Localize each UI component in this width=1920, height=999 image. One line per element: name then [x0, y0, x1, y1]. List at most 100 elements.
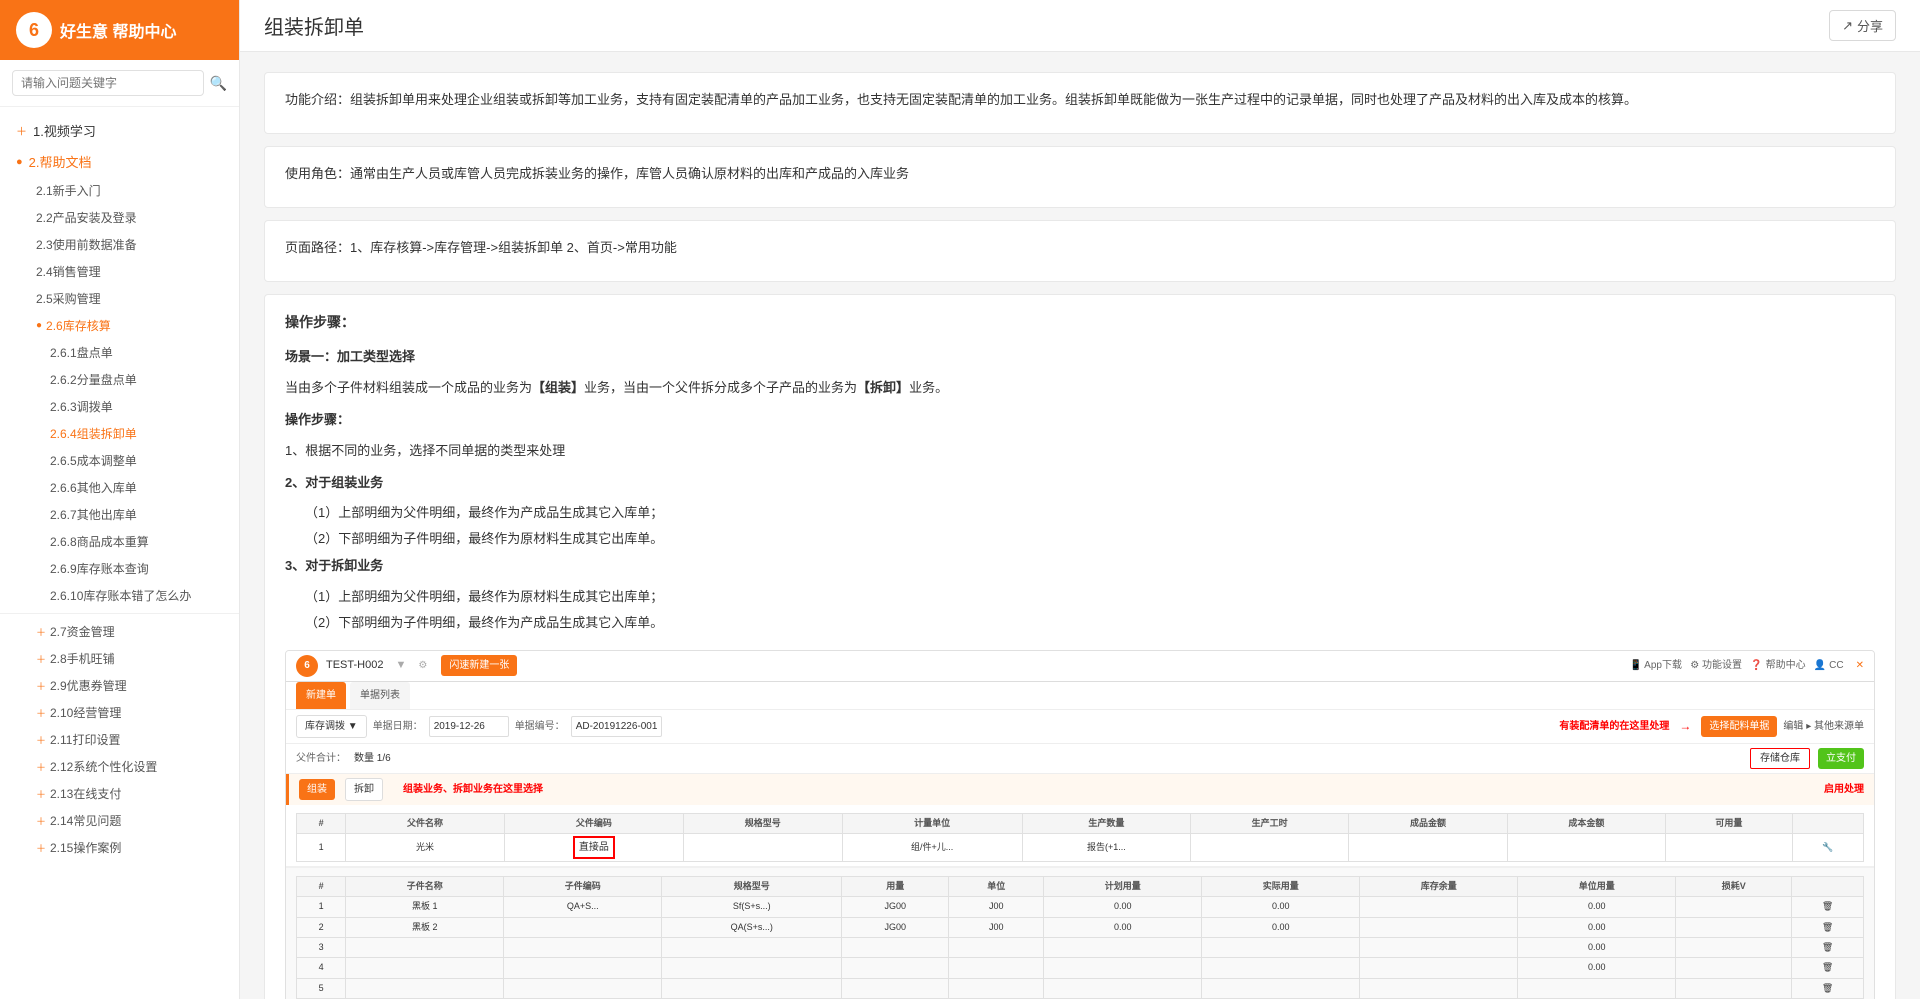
- annotation-type-select: 组装业务、拆卸业务在这里选择: [403, 781, 543, 798]
- nav-tree: ＋ 1.视频学习 ● 2.帮助文档 2.1新手入门 2.2产品安装及登录 2.3…: [0, 107, 239, 999]
- path-text: 页面路径：1、库存核算->库存管理->组装拆卸单 2、首页->常用功能: [285, 237, 1875, 259]
- step2-sub2: （2）下部明细为子件明细，最终作为原材料生成其它出库单。: [305, 528, 1875, 550]
- collapse-icon: ●: [16, 156, 23, 168]
- sidebar-item-ledger-fix[interactable]: 2.6.10库存账本错了怎么办: [0, 582, 239, 609]
- sidebar-item-purchase[interactable]: 2.5采购管理: [0, 285, 239, 312]
- sidebar-item-finance[interactable]: ＋ 2.7资金管理: [0, 618, 239, 645]
- mock-order-no-field[interactable]: AD-20191226-001: [571, 716, 663, 737]
- sidebar-item-operations[interactable]: ＋ 2.10经营管理: [0, 699, 239, 726]
- scene1-desc: 当由多个子件材料组装成一个成品的业务为【组装】业务，当由一个父件拆分成多个子产品…: [285, 376, 1875, 399]
- table-row: 3 0.00: [297, 937, 1864, 957]
- mock-form-toolbar: 库存调拨 ▼ 单据日期： 2019-12-26 单据编号： AD-2019122…: [286, 710, 1874, 744]
- mock-topbar: 6 TEST-H002 ▼ ⚙ 闪速新建一张 📱 App下载 ⚙ 功能设置 ❓ …: [286, 651, 1874, 682]
- expand-print-icon: ＋: [36, 732, 46, 747]
- mock-warehouse-field[interactable]: 存储仓库: [1750, 748, 1810, 769]
- sidebar-item-mobile[interactable]: ＋ 2.8手机旺铺: [0, 645, 239, 672]
- mock-tab-active[interactable]: 新建单: [296, 682, 346, 709]
- sidebar-item-sales[interactable]: 2.4销售管理: [0, 258, 239, 285]
- mock-screenshot: 6 TEST-H002 ▼ ⚙ 闪速新建一张 📱 App下载 ⚙ 功能设置 ❓ …: [286, 651, 1874, 999]
- sidebar: 6 好生意 帮助中心 🔍 ＋ 1.视频学习 ● 2.帮助文档 2.1新手入门 2…: [0, 0, 240, 999]
- sidebar-item-inventory-ledger[interactable]: 2.6.9库存账本查询: [0, 555, 239, 582]
- sidebar-item-cost-recalc[interactable]: 2.6.8商品成本重算: [0, 528, 239, 555]
- mock-type-selector-bar: 组装 拆卸 组装业务、拆卸业务在这里选择 启用处理: [286, 774, 1874, 805]
- expand-finance-icon: ＋: [36, 624, 46, 639]
- sidebar-item-faq[interactable]: ＋ 2.14常见问题: [0, 807, 239, 834]
- scene1-title: 场景一：加工类型选择: [285, 345, 1875, 368]
- table-row: 1 光米 直接品 组/件+儿... 报告(+1...: [297, 834, 1864, 862]
- steps-intro: 操作步骤：: [285, 408, 1875, 431]
- mock-select-bom-btn[interactable]: 选择配料单据: [1701, 716, 1777, 737]
- table-row: 5: [297, 978, 1864, 998]
- intro-text: 功能介绍：组装拆卸单用来处理企业组装或拆卸等加工业务，支持有固定装配清单的产品加…: [285, 89, 1875, 111]
- role-text: 使用角色：通常由生产人员或库管人员完成拆装业务的操作，库管人员确认原材料的出库和…: [285, 163, 1875, 185]
- share-button[interactable]: ↗ 分享: [1829, 10, 1896, 41]
- sidebar-item-video-learning[interactable]: ＋ 1.视频学习: [0, 115, 239, 146]
- step3-sub2: （2）下部明细为子件明细，最终作为产成品生成其它入库单。: [305, 612, 1875, 634]
- mock-nav-tabs: 新建单 单据列表: [286, 682, 1874, 710]
- sidebar-item-online-pay[interactable]: ＋ 2.13在线支付: [0, 780, 239, 807]
- expand-faq-icon: ＋: [36, 813, 46, 828]
- mock-parent-table: # 父件名称 父件编码 规格型号 计量单位 生产数量 生产工时 成品金额 成本金…: [296, 813, 1864, 862]
- arrow-right: →: [1679, 716, 1691, 736]
- sidebar-item-help-docs[interactable]: ● 2.帮助文档: [0, 146, 239, 177]
- sidebar-item-inventory[interactable]: ● 2.6库存核算: [0, 312, 239, 339]
- mock-date-field[interactable]: 2019-12-26: [429, 716, 509, 737]
- mock-lower-table-container: # 子件名称 子件编码 规格型号 用量 单位 计划用量 实际用量 库存余量: [286, 868, 1874, 999]
- search-box: 🔍: [0, 60, 239, 107]
- sidebar-item-transfer[interactable]: 2.6.3调拨单: [0, 393, 239, 420]
- app-title: 好生意 帮助中心: [60, 18, 176, 42]
- sidebar-item-coupon[interactable]: ＋ 2.9优惠券管理: [0, 672, 239, 699]
- sidebar-item-cases[interactable]: ＋ 2.15操作案例: [0, 834, 239, 861]
- expand-ops-icon: ＋: [36, 705, 46, 720]
- step2-sub1: （1）上部明细为父件明细，最终作为产成品生成其它入库单；: [305, 502, 1875, 524]
- expand-mobile-icon: ＋: [36, 651, 46, 666]
- sidebar-item-partial-stocktake[interactable]: 2.6.2分量盘点单: [0, 366, 239, 393]
- page-title: 组装拆卸单: [264, 11, 364, 40]
- step2-label: 2、对于组装业务: [285, 471, 1875, 494]
- content-area: 功能介绍：组装拆卸单用来处理企业组装或拆卸等加工业务，支持有固定装配清单的产品加…: [240, 52, 1920, 999]
- sidebar-item-data-prep[interactable]: 2.3使用前数据准备: [0, 231, 239, 258]
- steps-title: 操作步骤：: [285, 311, 1875, 335]
- mock-disassembly-type-btn[interactable]: 拆卸: [345, 778, 383, 801]
- mock-title: TEST-H002: [326, 656, 383, 675]
- sidebar-header: 6 好生意 帮助中心: [0, 0, 239, 60]
- sidebar-item-other-outbound[interactable]: 2.6.7其他出库单: [0, 501, 239, 528]
- expand-pay-icon: ＋: [36, 786, 46, 801]
- search-input[interactable]: [12, 70, 204, 96]
- steps-card: 操作步骤： 场景一：加工类型选择 当由多个子件材料组装成一个成品的业务为【组装】…: [264, 294, 1896, 999]
- red-box-code: 直接品: [573, 836, 615, 859]
- step3-label: 3、对于拆卸业务: [285, 554, 1875, 577]
- mock-logo-icon: 6: [296, 655, 318, 677]
- mock-new-order-btn[interactable]: 闪速新建一张: [441, 655, 517, 676]
- step1: 1、根据不同的业务，选择不同单据的类型来处理: [285, 439, 1875, 462]
- nav-label: 1.视频学习: [33, 121, 96, 140]
- sidebar-item-beginner[interactable]: 2.1新手入门: [0, 177, 239, 204]
- expand-coupon-icon: ＋: [36, 678, 46, 693]
- expand-settings-icon: ＋: [36, 759, 46, 774]
- role-card: 使用角色：通常由生产人员或库管人员完成拆装业务的操作，库管人员确认原材料的出库和…: [264, 146, 1896, 208]
- sidebar-item-print[interactable]: ＋ 2.11打印设置: [0, 726, 239, 753]
- mock-tab-list[interactable]: 单据列表: [350, 682, 410, 709]
- path-card: 页面路径：1、库存核算->库存管理->组装拆卸单 2、首页->常用功能: [264, 220, 1896, 282]
- table-row: 4 0.00: [297, 958, 1864, 978]
- annotation-assembly-list: 有装配清单的在这里处理: [1559, 718, 1669, 735]
- mock-assembly-type-btn[interactable]: 组装: [299, 779, 335, 800]
- sidebar-item-stocktake[interactable]: 2.6.1盘点单: [0, 339, 239, 366]
- share-icon: ↗: [1842, 18, 1853, 34]
- table-row: 2 黑板 2 QA(S+s...) JG00 J00 0.00 0.00: [297, 917, 1864, 937]
- main-area: 组装拆卸单 ↗ 分享 功能介绍：组装拆卸单用来处理企业组装或拆卸等加工业务，支持…: [240, 0, 1920, 999]
- sidebar-item-cost-adjust[interactable]: 2.6.5成本调整单: [0, 447, 239, 474]
- expand-icon: ＋: [16, 123, 27, 139]
- sidebar-item-other-inbound[interactable]: 2.6.6其他入库单: [0, 474, 239, 501]
- sidebar-item-install[interactable]: 2.2产品安装及登录: [0, 204, 239, 231]
- search-button[interactable]: 🔍: [210, 75, 227, 92]
- screenshot-container: 6 TEST-H002 ▼ ⚙ 闪速新建一张 📱 App下载 ⚙ 功能设置 ❓ …: [285, 650, 1875, 999]
- main-header: 组装拆卸单 ↗ 分享: [240, 0, 1920, 52]
- mock-confirm-btn[interactable]: 立支付: [1818, 748, 1864, 769]
- sidebar-item-assembly[interactable]: 2.6.4组装拆卸单: [0, 420, 239, 447]
- expand-cases-icon: ＋: [36, 840, 46, 855]
- mock-sub-toolbar: 父件合计： 数量 1/6 存储仓库 立支付: [286, 744, 1874, 774]
- mock-child-table: # 子件名称 子件编码 规格型号 用量 单位 计划用量 实际用量 库存余量: [296, 876, 1864, 999]
- mock-save-btn[interactable]: 库存调拨 ▼: [296, 715, 367, 738]
- sidebar-item-system-settings[interactable]: ＋ 2.12系统个性化设置: [0, 753, 239, 780]
